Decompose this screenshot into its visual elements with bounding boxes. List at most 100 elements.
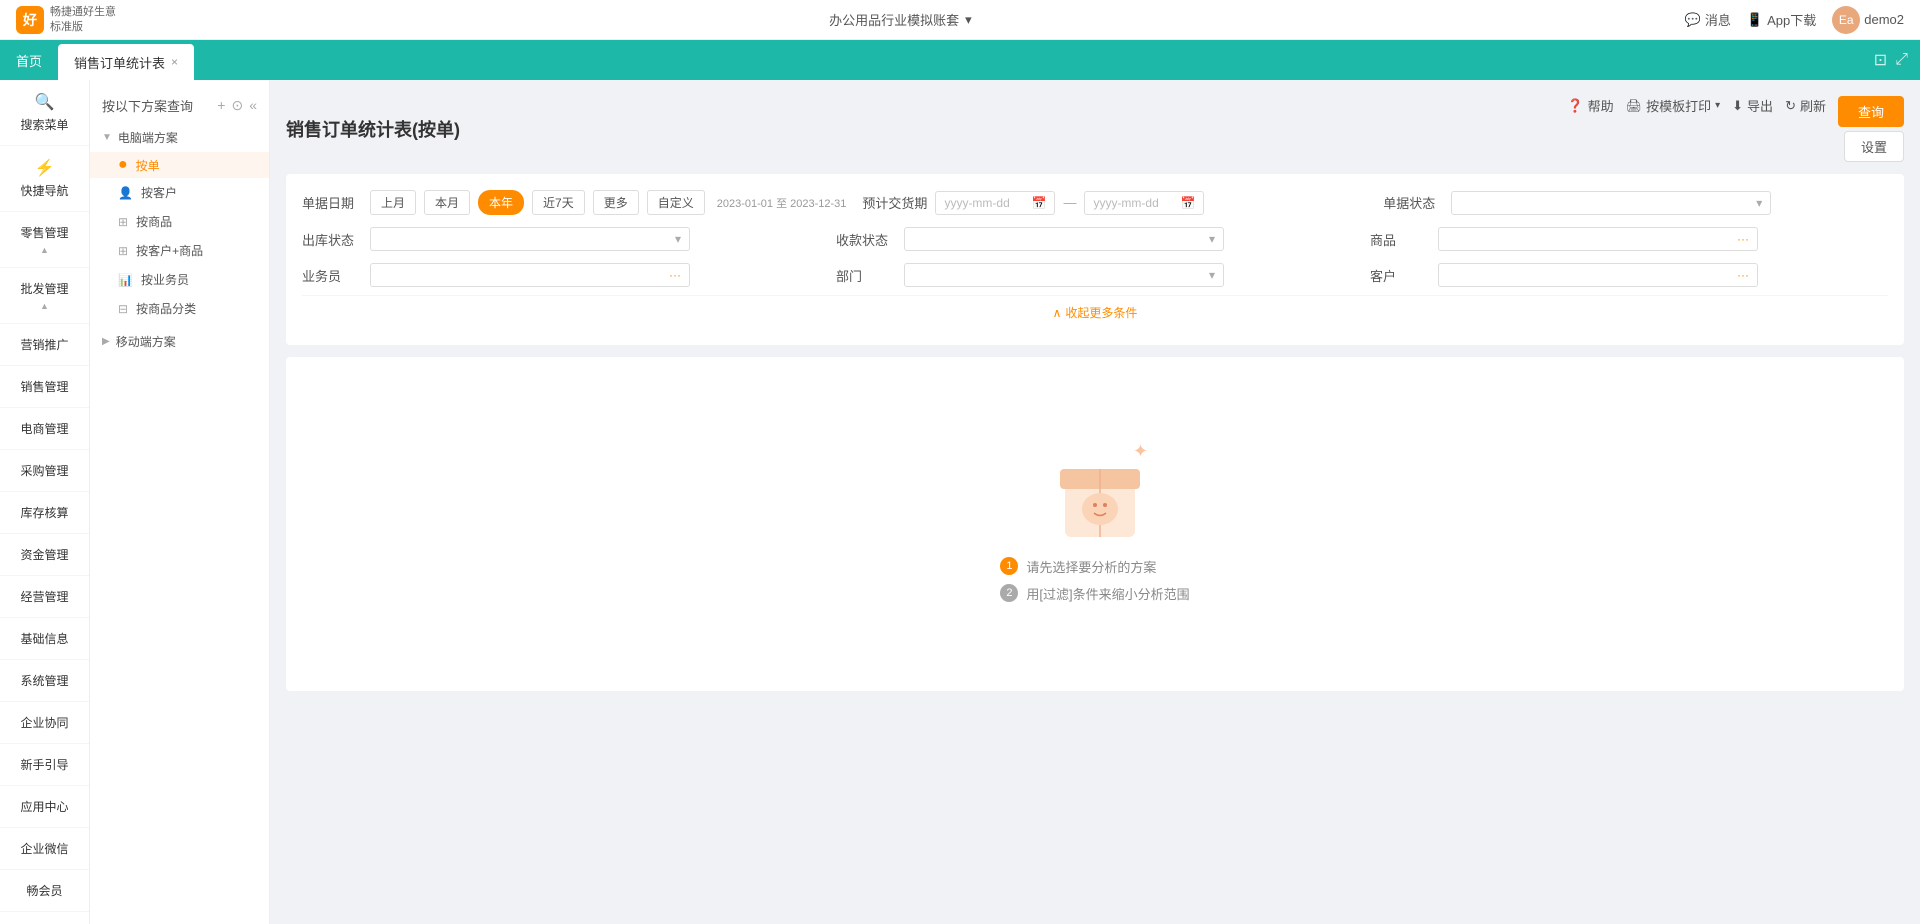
sidebar-item-purchase[interactable]: 采购管理 bbox=[0, 450, 89, 492]
current-year-btn[interactable]: 本年 bbox=[478, 190, 524, 215]
svg-text:✦: ✦ bbox=[1133, 441, 1148, 461]
tab-sales-order-stats[interactable]: 销售订单统计表 × bbox=[58, 44, 194, 80]
search-icon: 🔍 bbox=[35, 92, 55, 112]
window-maximize-icon[interactable]: ⤢ bbox=[1895, 51, 1908, 69]
sidebar-item-new-guide[interactable]: 新手引导 bbox=[0, 744, 89, 786]
scheme-item-by-goods[interactable]: ⊞ 按商品 bbox=[90, 207, 269, 236]
sidebar-item-member[interactable]: 畅会员 bbox=[0, 870, 89, 912]
goods-label: 商品 bbox=[1370, 230, 1430, 249]
user-menu-btn[interactable]: Ea demo2 bbox=[1832, 6, 1904, 34]
sidebar-item-operations[interactable]: 经营管理 bbox=[0, 576, 89, 618]
payment-status-filter-item: 收款状态 ▾ bbox=[836, 227, 1354, 251]
date-quick-group: 上月 本月 本年 近7天 更多 自定义 bbox=[370, 190, 705, 215]
payment-status-select[interactable]: ▾ bbox=[904, 227, 1224, 251]
panel-header-icons: + ⊙ « bbox=[217, 97, 257, 114]
add-scheme-btn[interactable]: + bbox=[217, 97, 225, 114]
bill-status-filter-item: 单据状态 ▾ bbox=[1383, 191, 1888, 215]
bar-chart-icon: 📊 bbox=[118, 273, 133, 287]
top-bar-right: 💬 消息 📱 App下载 Ea demo2 bbox=[1685, 6, 1904, 34]
sidebar-item-mkt-promo[interactable]: 营销推广 bbox=[0, 324, 89, 366]
empty-illustration: ✦ bbox=[1045, 437, 1145, 537]
customer-label: 客户 bbox=[1370, 266, 1430, 285]
left-panel: 按以下方案查询 + ⊙ « ▼ 电脑端方案 ● 按单 👤 按客户 ⊞ bbox=[90, 80, 270, 924]
prev-month-btn[interactable]: 上月 bbox=[370, 190, 416, 215]
quick-nav-icon: ⚡ bbox=[35, 158, 55, 178]
panel-header: 按以下方案查询 + ⊙ « bbox=[90, 88, 269, 123]
delivery-status-select[interactable]: ▾ bbox=[370, 227, 690, 251]
calendar-icon: 📅 bbox=[1031, 196, 1046, 210]
collapse-up-icon: ∧ bbox=[1053, 306, 1062, 320]
dept-select-arrow-icon: ▾ bbox=[1209, 268, 1215, 282]
print-btn[interactable]: 🖨 按模板打印 ▾ bbox=[1626, 96, 1721, 115]
sidebar-item-sys[interactable]: 系统管理 bbox=[0, 660, 89, 702]
sidebar-item-wholesale[interactable]: 批发管理 ▲ bbox=[0, 268, 89, 324]
bill-status-select[interactable]: ▾ bbox=[1451, 191, 1771, 215]
customer-filter-item: 客户 ··· bbox=[1370, 263, 1888, 287]
settings-button[interactable]: 设置 bbox=[1844, 131, 1904, 162]
sidebar-item-quick-nav[interactable]: ⚡ 快捷导航 bbox=[0, 146, 89, 212]
salesperson-dots-icon[interactable]: ··· bbox=[669, 268, 681, 282]
scheme-section-pc-header[interactable]: ▼ 电脑端方案 bbox=[90, 123, 269, 152]
customer-select[interactable]: ··· bbox=[1438, 263, 1758, 287]
message-btn[interactable]: 💬 消息 bbox=[1685, 10, 1731, 29]
collapse-bar[interactable]: ∧ 收起更多条件 bbox=[302, 295, 1888, 329]
scheme-item-by-cust-goods[interactable]: ⊞ 按客户+商品 bbox=[90, 236, 269, 265]
chevron-icon: ▲ bbox=[40, 301, 49, 311]
sidebar-item-app-center[interactable]: 应用中心 bbox=[0, 786, 89, 828]
current-month-btn[interactable]: 本月 bbox=[424, 190, 470, 215]
app-download-btn[interactable]: 📱 App下载 bbox=[1747, 10, 1816, 29]
sidebar-item-enterprise-wechat[interactable]: 企业微信 bbox=[0, 828, 89, 870]
goods-select[interactable]: ··· bbox=[1438, 227, 1758, 251]
category-icon: ⊟ bbox=[118, 302, 128, 316]
sidebar-item-inventory[interactable]: 库存核算 bbox=[0, 492, 89, 534]
last7days-btn[interactable]: 近7天 bbox=[532, 190, 585, 215]
delivery-date-start-input[interactable]: yyyy-mm-dd 📅 bbox=[935, 191, 1055, 215]
filter-row-2: 出库状态 ▾ 收款状态 ▾ 商品 bbox=[302, 227, 1888, 251]
hint-num-2: 2 bbox=[1000, 584, 1018, 602]
refresh-btn[interactable]: ↻ 刷新 bbox=[1785, 96, 1826, 115]
scheme-item-by-customer[interactable]: 👤 按客户 bbox=[90, 178, 269, 207]
scheme-item-by-salesperson[interactable]: 📊 按业务员 bbox=[90, 265, 269, 294]
sidebar-item-search-menu[interactable]: 🔍 搜索菜单 bbox=[0, 80, 89, 146]
main-layout: 🔍 搜索菜单 ⚡ 快捷导航 零售管理 ▲ 批发管理 ▲ 营销推广 销售管理 电商… bbox=[0, 80, 1920, 924]
delivery-date-end-input[interactable]: yyyy-mm-dd 📅 bbox=[1084, 191, 1204, 215]
tab-close-icon[interactable]: × bbox=[171, 55, 178, 69]
collapse-panel-btn[interactable]: « bbox=[249, 97, 257, 114]
empty-hint-2: 2 用[过滤]条件来缩小分析范围 bbox=[1000, 584, 1189, 603]
department-select[interactable]: ▾ bbox=[904, 263, 1224, 287]
sidebar-item-retail[interactable]: 零售管理 ▲ bbox=[0, 212, 89, 268]
help-icon: ❓ bbox=[1567, 98, 1583, 114]
custom-date-btn[interactable]: 自定义 bbox=[647, 190, 705, 215]
sidebar-item-basic-info[interactable]: 基础信息 bbox=[0, 618, 89, 660]
salesperson-select[interactable]: ··· bbox=[370, 263, 690, 287]
help-btn[interactable]: ❓ 帮助 bbox=[1567, 96, 1613, 115]
sidebar-item-enterprise-collab[interactable]: 企业协同 bbox=[0, 702, 89, 744]
customer-dots-icon[interactable]: ··· bbox=[1737, 268, 1749, 282]
sidebar-item-sales[interactable]: 销售管理 bbox=[0, 366, 89, 408]
scheme-item-by-goods-cat[interactable]: ⊟ 按商品分类 bbox=[90, 294, 269, 323]
print-chevron-icon: ▾ bbox=[1715, 100, 1720, 111]
delivery-select-arrow-icon: ▾ bbox=[675, 232, 681, 246]
more-date-btn[interactable]: 更多 bbox=[593, 190, 639, 215]
tab-home[interactable]: 首页 bbox=[0, 40, 58, 80]
page-actions: ❓ 帮助 🖨 按模板打印 ▾ ⬇ 导出 ↻ 刷新 bbox=[1567, 96, 1826, 115]
page-title: 销售订单统计表(按单) bbox=[286, 116, 460, 142]
delivery-status-filter-item: 出库状态 ▾ bbox=[302, 227, 820, 251]
workspace-selector[interactable]: 办公用品行业模拟账套 ▾ bbox=[829, 10, 972, 29]
tab-bar: 首页 销售订单统计表 × ⊡ ⤢ bbox=[0, 40, 1920, 80]
select-arrow-icon: ▾ bbox=[1756, 196, 1762, 210]
export-btn[interactable]: ⬇ 导出 bbox=[1732, 96, 1773, 115]
window-minimize-icon[interactable]: ⊡ bbox=[1874, 50, 1887, 70]
top-bar: 好 畅捷通好生意 标准版 办公用品行业模拟账套 ▾ 💬 消息 📱 App下载 E… bbox=[0, 0, 1920, 40]
edit-scheme-btn[interactable]: ⊙ bbox=[231, 97, 243, 114]
goods-dots-icon[interactable]: ··· bbox=[1737, 232, 1749, 246]
sidebar-item-capital[interactable]: 资金管理 bbox=[0, 534, 89, 576]
filter-panel: 单据日期 上月 本月 本年 近7天 更多 自定义 2023-01-01 至 20… bbox=[286, 174, 1904, 345]
scheme-item-by-order[interactable]: ● 按单 bbox=[90, 152, 269, 178]
query-button[interactable]: 查询 bbox=[1838, 96, 1904, 127]
section-arrow-icon: ▼ bbox=[102, 132, 112, 143]
date-filter-item: 单据日期 上月 本月 本年 近7天 更多 自定义 2023-01-01 至 20… bbox=[302, 190, 846, 215]
empty-hint-1: 1 请先选择要分析的方案 bbox=[1000, 557, 1189, 576]
sidebar-item-ecom[interactable]: 电商管理 bbox=[0, 408, 89, 450]
scheme-section-mobile-header[interactable]: ▶ 移动端方案 bbox=[90, 327, 269, 356]
